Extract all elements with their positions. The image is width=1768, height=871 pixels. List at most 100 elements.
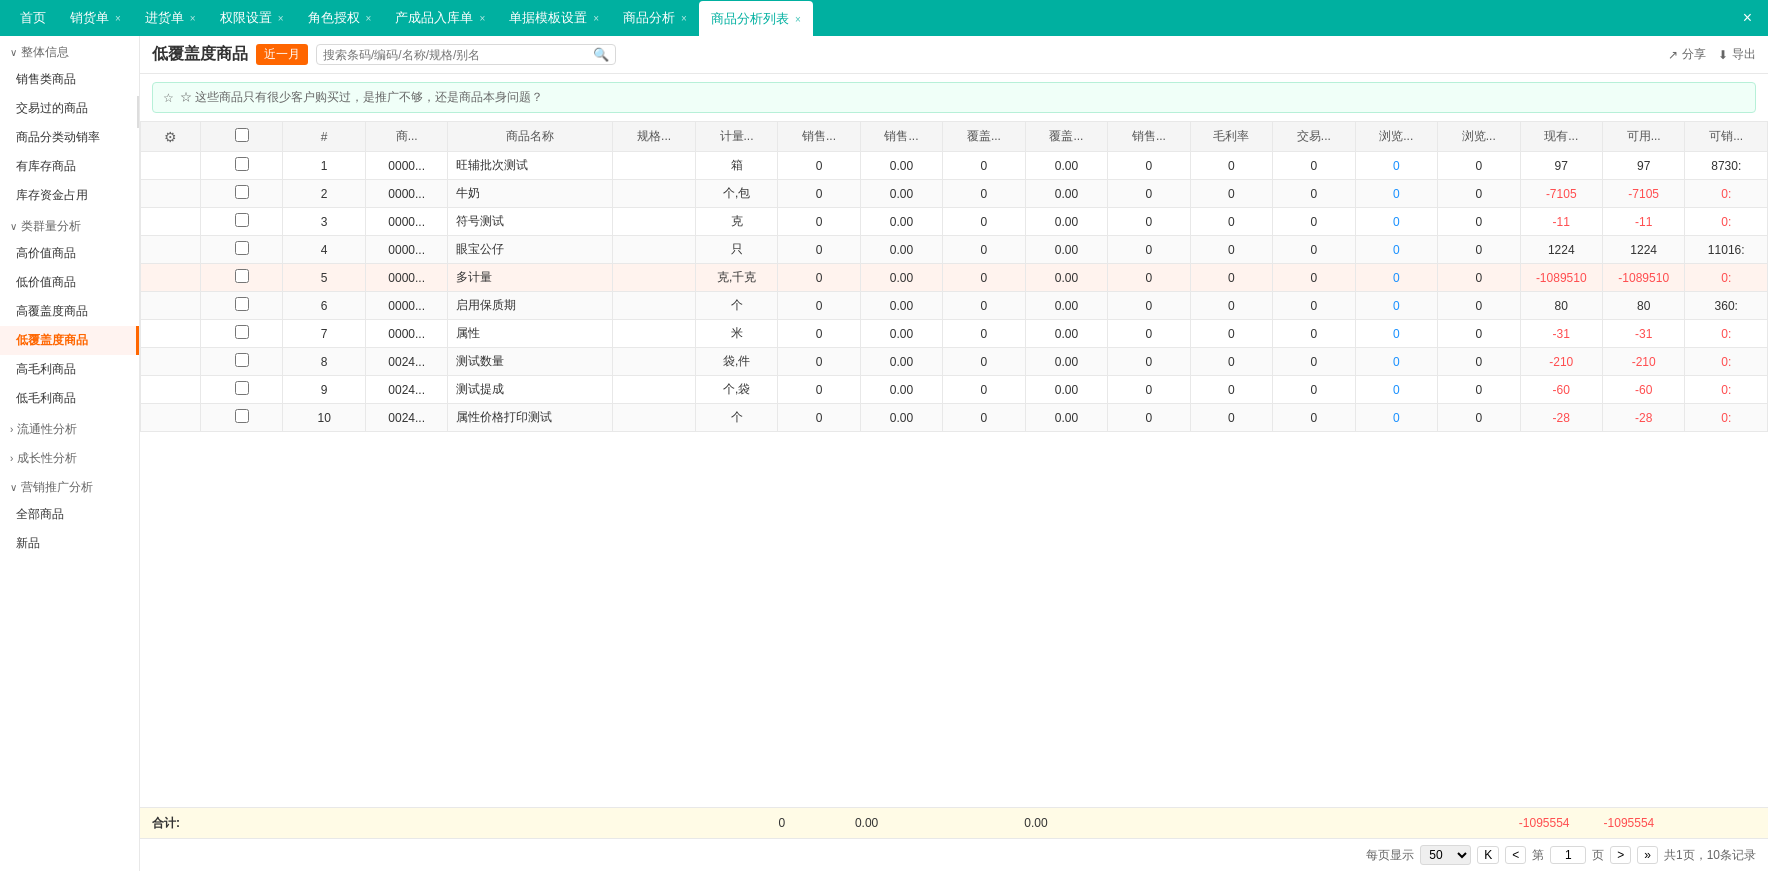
row-checkbox[interactable] — [201, 404, 283, 432]
sidebar-item-traded-goods[interactable]: 交易过的商品 — [0, 94, 139, 123]
export-button[interactable]: ⬇ 导出 — [1718, 46, 1756, 63]
browse-1[interactable]: 0 — [1355, 264, 1437, 292]
browse-1[interactable]: 0 — [1355, 236, 1437, 264]
page-input[interactable] — [1550, 846, 1586, 864]
sidebar-section-liquidity[interactable]: › 流通性分析 — [0, 413, 139, 442]
browse-1[interactable]: 0 — [1355, 320, 1437, 348]
browse-1[interactable]: 0 — [1355, 292, 1437, 320]
sidebar-section-cluster[interactable]: ∨ 类群量分析 — [0, 210, 139, 239]
browse-1[interactable]: 0 — [1355, 208, 1437, 236]
row-select-checkbox[interactable] — [235, 213, 249, 227]
nav-tab-roles[interactable]: 角色授权 × — [296, 0, 384, 36]
close-icon[interactable]: × — [795, 14, 801, 25]
nav-tab-analysis-list[interactable]: 商品分析列表 × — [699, 1, 813, 37]
product-code: 0000... — [365, 292, 447, 320]
row-select-checkbox[interactable] — [235, 157, 249, 171]
settings-icon[interactable]: ⚙ — [164, 129, 177, 145]
browse-2: 0 — [1438, 152, 1520, 180]
row-checkbox[interactable] — [201, 208, 283, 236]
sidebar-item-all-goods[interactable]: 全部商品 — [0, 500, 139, 529]
close-icon[interactable]: × — [115, 13, 121, 24]
sales-3: 0 — [1108, 320, 1190, 348]
sidebar-item-category-rate[interactable]: 商品分类动销率 — [0, 123, 139, 152]
browse-1[interactable]: 0 — [1355, 152, 1437, 180]
browse-1[interactable]: 0 — [1355, 348, 1437, 376]
row-checkbox[interactable] — [201, 292, 283, 320]
close-icon[interactable]: × — [190, 13, 196, 24]
product-name: 符号测试 — [448, 208, 613, 236]
nav-tab-home[interactable]: 首页 — [8, 0, 58, 36]
sidebar-section-overall[interactable]: ∨ 整体信息 — [0, 36, 139, 65]
row-checkbox[interactable] — [201, 152, 283, 180]
time-filter-button[interactable]: 近一月 — [256, 44, 308, 65]
per-page-select[interactable]: 50 100 200 — [1420, 845, 1471, 865]
row-select-checkbox[interactable] — [235, 325, 249, 339]
share-button[interactable]: ↗ 分享 — [1668, 46, 1706, 63]
row-select-checkbox[interactable] — [235, 381, 249, 395]
nav-tab-sales[interactable]: 销货单 × — [58, 0, 133, 36]
close-icon[interactable]: × — [593, 13, 599, 24]
settings-column-header[interactable]: ⚙ — [141, 122, 201, 152]
browse-1[interactable]: 0 — [1355, 180, 1437, 208]
nav-tab-permissions[interactable]: 权限设置 × — [208, 0, 296, 36]
next-page-button[interactable]: > — [1610, 846, 1631, 864]
row-checkbox[interactable] — [201, 236, 283, 264]
sidebar-item-high-margin[interactable]: 高毛利商品 — [0, 355, 139, 384]
row-checkbox[interactable] — [201, 376, 283, 404]
checkbox-column-header[interactable] — [201, 122, 283, 152]
prev-page-button[interactable]: < — [1505, 846, 1526, 864]
nav-tab-templates[interactable]: 单据模板设置 × — [497, 0, 611, 36]
table-wrap[interactable]: ⚙ # 商... 商品名称 规格... 计量... 销售... 销售... 覆盖… — [140, 121, 1768, 807]
search-input[interactable] — [323, 48, 593, 62]
content-header: 低覆盖度商品 近一月 🔍 ↗ 分享 ⬇ 导出 — [140, 36, 1768, 74]
sales-qty: 0 — [778, 180, 860, 208]
browse-1[interactable]: 0 — [1355, 376, 1437, 404]
row-select-checkbox[interactable] — [235, 241, 249, 255]
chevron-down-icon: ∨ — [10, 47, 17, 58]
coverage-1: 0 — [943, 264, 1025, 292]
sidebar-item-high-coverage[interactable]: 高覆盖度商品 — [0, 297, 139, 326]
window-close-button[interactable]: × — [1735, 9, 1760, 27]
product-spec — [613, 404, 695, 432]
close-icon[interactable]: × — [366, 13, 372, 24]
product-unit: 袋,件 — [695, 348, 777, 376]
nav-tab-analysis[interactable]: 商品分析 × — [611, 0, 699, 36]
coverage-1: 0 — [943, 348, 1025, 376]
row-select-checkbox[interactable] — [235, 185, 249, 199]
sidebar-section-marketing[interactable]: ∨ 营销推广分析 — [0, 471, 139, 500]
row-select-checkbox[interactable] — [235, 353, 249, 367]
first-page-button[interactable]: K — [1477, 846, 1499, 864]
browse-1[interactable]: 0 — [1355, 404, 1437, 432]
row-checkbox[interactable] — [201, 348, 283, 376]
row-checkbox[interactable] — [201, 180, 283, 208]
nav-tab-purchase[interactable]: 进货单 × — [133, 0, 208, 36]
close-icon[interactable]: × — [278, 13, 284, 24]
close-icon[interactable]: × — [681, 13, 687, 24]
sidebar-item-new-goods[interactable]: 新品 — [0, 529, 139, 558]
gross-rate: 0 — [1190, 292, 1272, 320]
stock-available: -60 — [1602, 376, 1684, 404]
row-checkbox[interactable] — [201, 320, 283, 348]
stock-current: 80 — [1520, 292, 1602, 320]
row-select-checkbox[interactable] — [235, 269, 249, 283]
sidebar-item-high-value[interactable]: 高价值商品 — [0, 239, 139, 268]
row-select-checkbox[interactable] — [235, 297, 249, 311]
footer-sales-amt: 0.00 — [824, 814, 909, 832]
sidebar-item-low-margin[interactable]: 低毛利商品 — [0, 384, 139, 413]
header-actions: ↗ 分享 ⬇ 导出 — [1668, 46, 1756, 63]
stock-cur-column-header: 现有... — [1520, 122, 1602, 152]
last-page-button[interactable]: » — [1637, 846, 1658, 864]
close-icon[interactable]: × — [479, 13, 485, 24]
main-layout: « ∨ 整体信息 销售类商品 交易过的商品 商品分类动销率 有库存商品 库存资金… — [0, 36, 1768, 871]
sidebar-section-growth[interactable]: › 成长性分析 — [0, 442, 139, 471]
select-all-checkbox[interactable] — [235, 128, 249, 142]
sidebar-item-low-coverage[interactable]: 低覆盖度商品 — [0, 326, 139, 355]
sidebar-item-low-value[interactable]: 低价值商品 — [0, 268, 139, 297]
sidebar-item-inventory-capital[interactable]: 库存资金占用 — [0, 181, 139, 210]
sidebar-item-sales-goods[interactable]: 销售类商品 — [0, 65, 139, 94]
row-select-checkbox[interactable] — [235, 409, 249, 423]
row-checkbox[interactable] — [201, 264, 283, 292]
nav-tab-inventory[interactable]: 产成品入库单 × — [383, 0, 497, 36]
sidebar-item-in-stock[interactable]: 有库存商品 — [0, 152, 139, 181]
stock-available: -31 — [1602, 320, 1684, 348]
